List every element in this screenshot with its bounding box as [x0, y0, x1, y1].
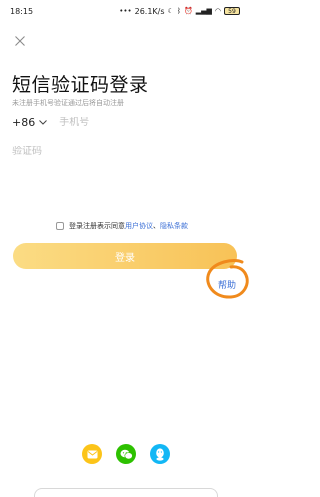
page-subtitle: 未注册手机号验证通过后将自动注册 — [12, 99, 124, 107]
qq-icon — [156, 447, 164, 461]
code-row — [12, 142, 238, 160]
close-button[interactable] — [12, 33, 28, 49]
network-speed: 26.1K/s — [134, 6, 165, 16]
help-link[interactable]: 帮助 — [218, 278, 236, 291]
country-code-selector[interactable]: +86 — [12, 116, 35, 129]
phone-row: +86 — [12, 112, 238, 132]
signal-icon: ▂▄▆ — [195, 6, 212, 15]
wechat-login-button[interactable] — [116, 444, 136, 464]
sms-login-button[interactable] — [82, 444, 102, 464]
page-title: 短信验证码登录 — [12, 74, 149, 96]
social-login-row — [82, 444, 170, 466]
status-icons: ••• 26.1K/s ☾ ᛒ ⏰ ▂▄▆ ◠ 59 — [119, 7, 240, 16]
verification-code-input[interactable] — [12, 145, 232, 157]
moon-icon: ☾ — [167, 6, 174, 15]
status-time: 18:15 — [10, 6, 34, 16]
qq-login-button[interactable] — [150, 444, 170, 464]
chevron-down-icon[interactable] — [39, 119, 48, 125]
user-agreement-link[interactable]: 用户协议 — [125, 221, 153, 231]
agreement-checkbox[interactable] — [56, 222, 64, 230]
message-icon — [87, 450, 97, 458]
close-icon — [15, 36, 25, 46]
agreement-prefix: 登录注册表示同意 — [69, 222, 125, 230]
status-bar: 18:15 ••• 26.1K/s ☾ ᛒ ⏰ ▂▄▆ ◠ 59 — [0, 0, 250, 22]
agreement-row: 登录注册表示同意 用户协议 、 隐私条款 — [56, 221, 188, 231]
dots-icon: ••• — [119, 6, 132, 15]
wechat-icon — [120, 449, 133, 459]
privacy-policy-link[interactable]: 隐私条款 — [160, 221, 188, 231]
battery-icon: 59 — [224, 7, 240, 15]
phone-input[interactable] — [59, 116, 210, 128]
bottom-sheet-handle — [34, 488, 218, 497]
wifi-icon: ◠ — [214, 6, 221, 15]
alarm-icon: ⏰ — [184, 6, 193, 15]
agreement-separator: 、 — [153, 222, 160, 230]
bluetooth-icon: ᛒ — [176, 6, 182, 15]
